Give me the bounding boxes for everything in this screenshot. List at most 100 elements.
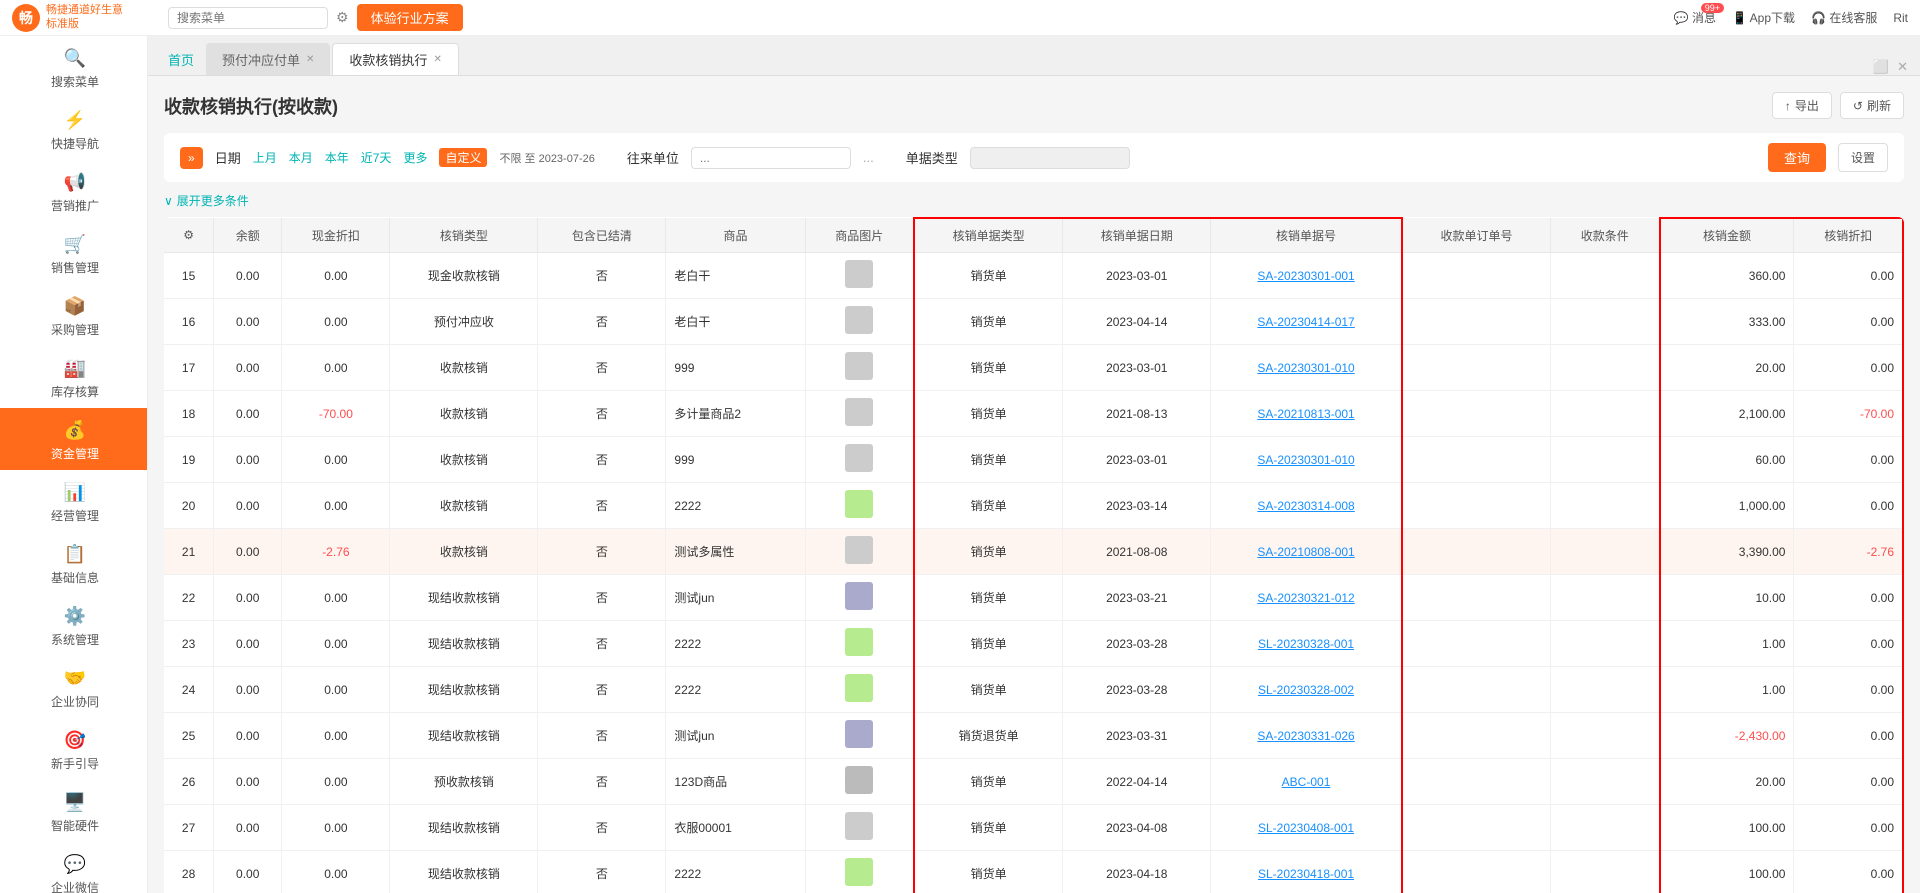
row-cancel-voucher-no[interactable]: SL-20230418-001 (1211, 851, 1402, 893)
row-include-settled: 否 (538, 299, 666, 345)
row-cancel-voucher-no[interactable]: SA-20230301-010 (1211, 345, 1402, 391)
row-receipt-condition (1551, 667, 1660, 713)
export-icon: ↑ (1785, 99, 1791, 113)
row-cancel-voucher-no[interactable]: ABC-001 (1211, 759, 1402, 805)
row-cancel-type: 收款核销 (390, 483, 538, 529)
date-this-month[interactable]: 本月 (289, 149, 313, 166)
row-cancel-voucher-type: 销货单 (914, 621, 1063, 667)
close-tab-prepay[interactable]: ✕ (306, 54, 314, 65)
sidebar-item-search[interactable]: 🔍 搜索菜单 (0, 36, 147, 98)
refresh-button[interactable]: ↺ 刷新 (1840, 92, 1904, 119)
expand-more-btn[interactable]: ∨ 展开更多条件 (164, 192, 1904, 209)
partner-input[interactable] (691, 147, 851, 169)
export-button[interactable]: ↑ 导出 (1772, 92, 1832, 119)
row-balance: 0.00 (214, 437, 282, 483)
sidebar-item-wechat[interactable]: 💬 企业微信 (0, 842, 147, 893)
row-receipt-condition (1551, 529, 1660, 575)
row-product: 老白干 (666, 299, 805, 345)
row-receipt-order-no (1402, 529, 1551, 575)
row-cancel-voucher-no[interactable]: SA-20230301-001 (1211, 253, 1402, 299)
sidebar-item-sales[interactable]: 🛒 销售管理 (0, 222, 147, 284)
date-custom[interactable]: 自定义 (439, 148, 487, 167)
search-input[interactable] (168, 7, 328, 29)
row-cancel-discount: 0.00 (1794, 299, 1903, 345)
sidebar-item-inventory[interactable]: 🏭 库存核算 (0, 346, 147, 408)
sidebar-item-label: 新手引导 (51, 755, 99, 772)
table-row: 27 0.00 0.00 现结收款核销 否 衣服00001 销货单 2023-0… (164, 805, 1903, 851)
sidebar-item-system[interactable]: ⚙️ 系统管理 (0, 594, 147, 656)
online-service-btn[interactable]: 🎧 在线客服 (1811, 9, 1877, 26)
row-cancel-voucher-no[interactable]: SA-20230321-012 (1211, 575, 1402, 621)
row-cancel-voucher-no[interactable]: SA-20230331-026 (1211, 713, 1402, 759)
row-cancel-voucher-type: 销货单 (914, 437, 1063, 483)
date-more[interactable]: 更多 (403, 149, 427, 166)
col-gear[interactable]: ⚙ (164, 218, 214, 253)
close-window-icon[interactable]: ✕ (1897, 59, 1908, 75)
row-receipt-condition (1551, 391, 1660, 437)
row-cancel-voucher-type: 销货单 (914, 253, 1063, 299)
row-cancel-amount: 100.00 (1660, 851, 1794, 893)
row-cash-discount: 0.00 (282, 483, 390, 529)
sidebar-item-basic[interactable]: 📋 基础信息 (0, 532, 147, 594)
row-cancel-voucher-type: 销货单 (914, 391, 1063, 437)
query-button[interactable]: 查询 (1768, 143, 1826, 172)
row-cancel-amount: 100.00 (1660, 805, 1794, 851)
row-receipt-order-no (1402, 391, 1551, 437)
trial-button[interactable]: 体验行业方案 (357, 4, 463, 31)
tab-receipt[interactable]: 收款核销执行 ✕ (332, 43, 458, 75)
date-prev-month[interactable]: 上月 (253, 149, 277, 166)
date-7days[interactable]: 近7天 (361, 149, 392, 166)
app-download-btn[interactable]: 📱 App下载 (1732, 9, 1795, 26)
sidebar-item-shortcut[interactable]: ⚡ 快捷导航 (0, 98, 147, 160)
row-product-img (805, 759, 914, 805)
col-product: 商品 (666, 218, 805, 253)
settings-button[interactable]: 设置 (1838, 143, 1888, 172)
user-label[interactable]: Rit (1893, 11, 1908, 25)
sidebar-item-business[interactable]: 📊 经营管理 (0, 470, 147, 532)
sidebar-item-finance[interactable]: 💰 资金管理 (0, 408, 147, 470)
close-tab-receipt[interactable]: ✕ (433, 54, 441, 65)
row-cancel-voucher-no[interactable]: SL-20230328-001 (1211, 621, 1402, 667)
maximize-icon[interactable]: ⬜ (1873, 59, 1889, 75)
chevron-down-icon: ∨ (164, 194, 173, 208)
row-receipt-condition (1551, 575, 1660, 621)
row-cancel-voucher-no[interactable]: SL-20230408-001 (1211, 805, 1402, 851)
message-btn[interactable]: 💬 消息 99+ (1674, 9, 1716, 26)
sidebar-item-newbie[interactable]: 🎯 新手引导 (0, 718, 147, 780)
row-receipt-condition (1551, 299, 1660, 345)
row-include-settled: 否 (538, 851, 666, 893)
gear-icon[interactable]: ⚙ (336, 9, 349, 26)
row-cancel-discount: 0.00 (1794, 575, 1903, 621)
date-range: 不限 至 2023-07-26 (499, 150, 594, 166)
sidebar-item-marketing[interactable]: 📢 营销推广 (0, 160, 147, 222)
row-include-settled: 否 (538, 621, 666, 667)
row-cancel-voucher-no[interactable]: SL-20230328-002 (1211, 667, 1402, 713)
sidebar-item-purchase[interactable]: 📦 采购管理 (0, 284, 147, 346)
table-row: 24 0.00 0.00 现结收款核销 否 2222 销货单 2023-03-2… (164, 667, 1903, 713)
row-cancel-voucher-no[interactable]: SA-20230314-008 (1211, 483, 1402, 529)
row-cancel-voucher-date: 2023-04-14 (1063, 299, 1211, 345)
row-cancel-voucher-no[interactable]: SA-20230301-010 (1211, 437, 1402, 483)
col-product-img: 商品图片 (805, 218, 914, 253)
sidebar-item-collab[interactable]: 🤝 企业协同 (0, 656, 147, 718)
tab-home[interactable]: 首页 (156, 43, 206, 75)
voucher-type-select[interactable] (970, 147, 1130, 169)
sidebar-item-label: 销售管理 (51, 259, 99, 276)
row-receipt-order-no (1402, 299, 1551, 345)
table-row: 18 0.00 -70.00 收款核销 否 多计量商品2 销货单 2021-08… (164, 391, 1903, 437)
sidebar-item-hardware[interactable]: 🖥️ 智能硬件 (0, 780, 147, 842)
page-header: 收款核销执行(按收款) ↑ 导出 ↺ 刷新 (164, 92, 1904, 119)
row-cancel-voucher-no[interactable]: SA-20230414-017 (1211, 299, 1402, 345)
table-row: 19 0.00 0.00 收款核销 否 999 销货单 2023-03-01 S… (164, 437, 1903, 483)
filter-expand-button[interactable]: » (180, 147, 203, 169)
row-include-settled: 否 (538, 759, 666, 805)
row-cancel-amount: 2,100.00 (1660, 391, 1794, 437)
date-this-year[interactable]: 本年 (325, 149, 349, 166)
row-receipt-order-no (1402, 437, 1551, 483)
row-cancel-voucher-no[interactable]: SA-20210813-001 (1211, 391, 1402, 437)
row-cancel-voucher-no[interactable]: SA-20210808-001 (1211, 529, 1402, 575)
sidebar-item-label: 采购管理 (51, 321, 99, 338)
tab-prepay[interactable]: 预付冲应付单 ✕ (206, 43, 330, 75)
data-table-wrap: ⚙ 余额 现金折扣 核销类型 包含已结清 商品 商品图片 核销单据类型 核销单据… (164, 217, 1904, 893)
row-cancel-voucher-date: 2023-03-28 (1063, 667, 1211, 713)
